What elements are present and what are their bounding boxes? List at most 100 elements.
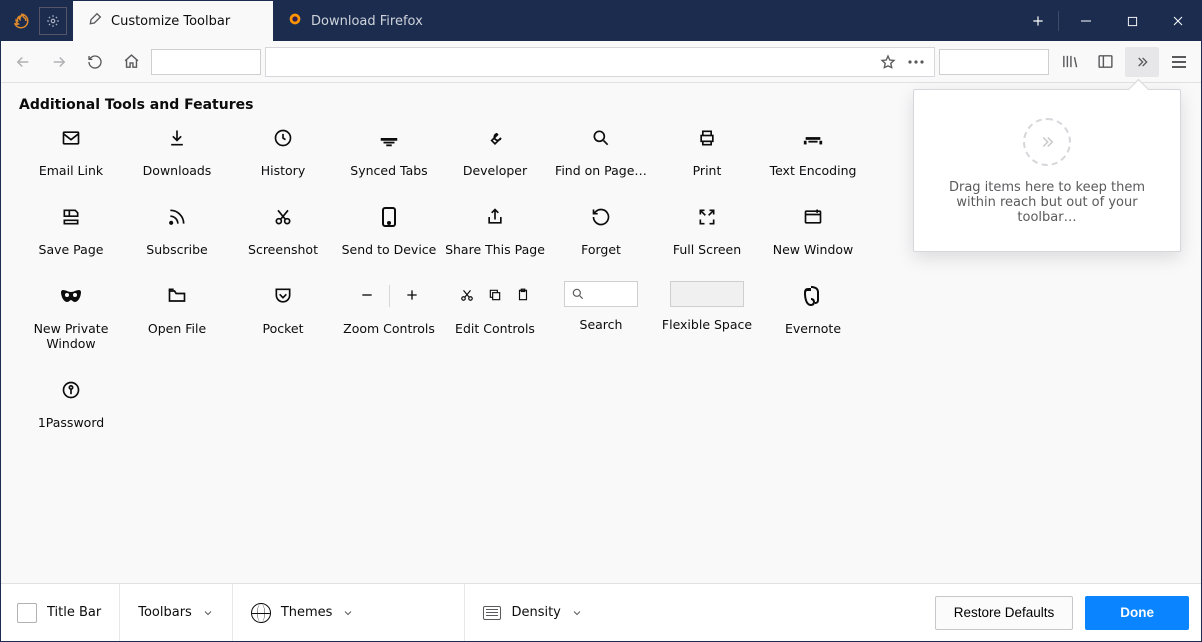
synced-tabs-icon [378, 123, 400, 153]
tab-customize-toolbar[interactable]: Customize Toolbar [73, 1, 273, 41]
tool-email-link[interactable]: Email Link [19, 123, 123, 178]
back-button[interactable] [7, 47, 39, 77]
brush-icon [87, 11, 103, 31]
paste-icon [516, 288, 530, 305]
folder-icon [167, 281, 187, 311]
flexible-space-slot[interactable] [151, 49, 261, 75]
tool-edit-controls[interactable]: Edit Controls [443, 281, 547, 336]
titlebar-checkbox[interactable] [17, 603, 37, 623]
fullscreen-icon [697, 202, 717, 232]
window-minimize-button[interactable] [1063, 1, 1109, 41]
forward-button[interactable] [43, 47, 75, 77]
tool-new-window[interactable]: New Window [761, 202, 865, 257]
tool-forget[interactable]: Forget [549, 202, 653, 257]
titlebar: Customize Toolbar Download Firefox [1, 1, 1201, 41]
tool-1password[interactable]: 1Password [19, 375, 123, 430]
tool-subscribe[interactable]: Subscribe [125, 202, 229, 257]
mail-icon [61, 123, 81, 153]
tool-open-file[interactable]: Open File [125, 281, 229, 336]
tool-downloads[interactable]: Downloads [125, 123, 229, 178]
flexible-space-widget [670, 281, 744, 307]
rss-icon [167, 202, 187, 232]
reload-button[interactable] [79, 47, 111, 77]
restore-defaults-label: Restore Defaults [954, 605, 1055, 620]
tool-label: New Private Window [19, 321, 123, 351]
tab-download-firefox[interactable]: Download Firefox [273, 1, 473, 41]
tool-text-encoding[interactable]: Text Encoding [761, 123, 865, 178]
tool-find-on-page[interactable]: Find on Page… [549, 123, 653, 178]
window-close-button[interactable] [1155, 1, 1201, 41]
toolbars-menu[interactable]: Toolbars [120, 584, 233, 641]
tool-label: Edit Controls [455, 321, 535, 336]
overflow-hint-text: Drag items here to keep them within reac… [932, 180, 1162, 225]
titlebar-toggle[interactable]: Title Bar [13, 584, 120, 641]
new-tab-button[interactable] [1022, 14, 1054, 28]
chevron-down-icon [342, 607, 354, 619]
separator [1058, 11, 1059, 31]
mask-icon [59, 281, 83, 311]
tool-send-to-device[interactable]: Send to Device [337, 202, 441, 257]
tab-label: Download Firefox [311, 14, 423, 29]
overflow-menu-button[interactable] [1125, 47, 1159, 77]
tool-label: Send to Device [342, 242, 437, 257]
tool-label: Pocket [263, 321, 304, 336]
firefox-icon [287, 11, 303, 31]
tool-screenshot[interactable]: Screenshot [231, 202, 335, 257]
tool-save-page[interactable]: Save Page [19, 202, 123, 257]
sidebar-button[interactable] [1089, 47, 1121, 77]
tool-label: 1Password [38, 415, 104, 430]
device-icon [380, 202, 398, 232]
pinned-extension-icon[interactable] [39, 7, 67, 35]
save-icon [61, 202, 81, 232]
tool-flexible-space[interactable]: Flexible Space [655, 281, 759, 332]
home-button[interactable] [115, 47, 147, 77]
page-actions-icon[interactable] [904, 47, 928, 77]
customize-footer: Title Bar Toolbars Themes Density Restor… [1, 583, 1201, 641]
tool-pocket[interactable]: Pocket [231, 281, 335, 336]
screenshot-icon [273, 202, 293, 232]
search-icon [571, 287, 585, 301]
tool-label: Print [693, 163, 722, 178]
bookmark-star-icon[interactable] [876, 47, 900, 77]
themes-menu[interactable]: Themes [233, 584, 466, 641]
window-maximize-button[interactable] [1109, 1, 1155, 41]
tool-synced-tabs[interactable]: Synced Tabs [337, 123, 441, 178]
tool-label: Full Screen [673, 242, 741, 257]
library-button[interactable] [1053, 47, 1085, 77]
tool-private-window[interactable]: New Private Window [19, 281, 123, 351]
zoom-out-icon [359, 287, 375, 306]
url-bar[interactable] [265, 47, 935, 77]
tool-developer[interactable]: Developer [443, 123, 547, 178]
new-window-icon [803, 202, 823, 232]
tool-full-screen[interactable]: Full Screen [655, 202, 759, 257]
tool-evernote[interactable]: Evernote [761, 281, 865, 336]
search-widget [564, 281, 638, 307]
app-menu-button[interactable] [1163, 47, 1195, 77]
tool-label: History [261, 163, 305, 178]
tool-label: Developer [463, 163, 527, 178]
tool-label: Share This Page [445, 242, 545, 257]
evernote-icon [804, 281, 822, 311]
tool-share-page[interactable]: Share This Page [443, 202, 547, 257]
firefox-logo-icon [7, 7, 35, 35]
tool-label: Subscribe [146, 242, 207, 257]
tool-label: Synced Tabs [350, 163, 427, 178]
flexible-space-slot[interactable] [939, 49, 1049, 75]
tool-zoom-controls[interactable]: Zoom Controls [337, 281, 441, 336]
tab-label: Customize Toolbar [111, 14, 230, 29]
done-button[interactable]: Done [1085, 596, 1189, 630]
share-icon [485, 202, 505, 232]
tool-label: New Window [773, 242, 854, 257]
tool-label: Downloads [143, 163, 212, 178]
tool-search[interactable]: Search [549, 281, 653, 332]
tool-label: Screenshot [248, 242, 318, 257]
density-menu[interactable]: Density [465, 584, 600, 641]
tool-print[interactable]: Print [655, 123, 759, 178]
tool-label: Find on Page… [555, 163, 647, 178]
restore-defaults-button[interactable]: Restore Defaults [935, 596, 1074, 630]
tool-history[interactable]: History [231, 123, 335, 178]
overflow-drop-panel[interactable]: Drag items here to keep them within reac… [913, 89, 1181, 252]
done-label: Done [1120, 605, 1154, 620]
history-icon [273, 123, 293, 153]
tool-label: Zoom Controls [343, 321, 435, 336]
